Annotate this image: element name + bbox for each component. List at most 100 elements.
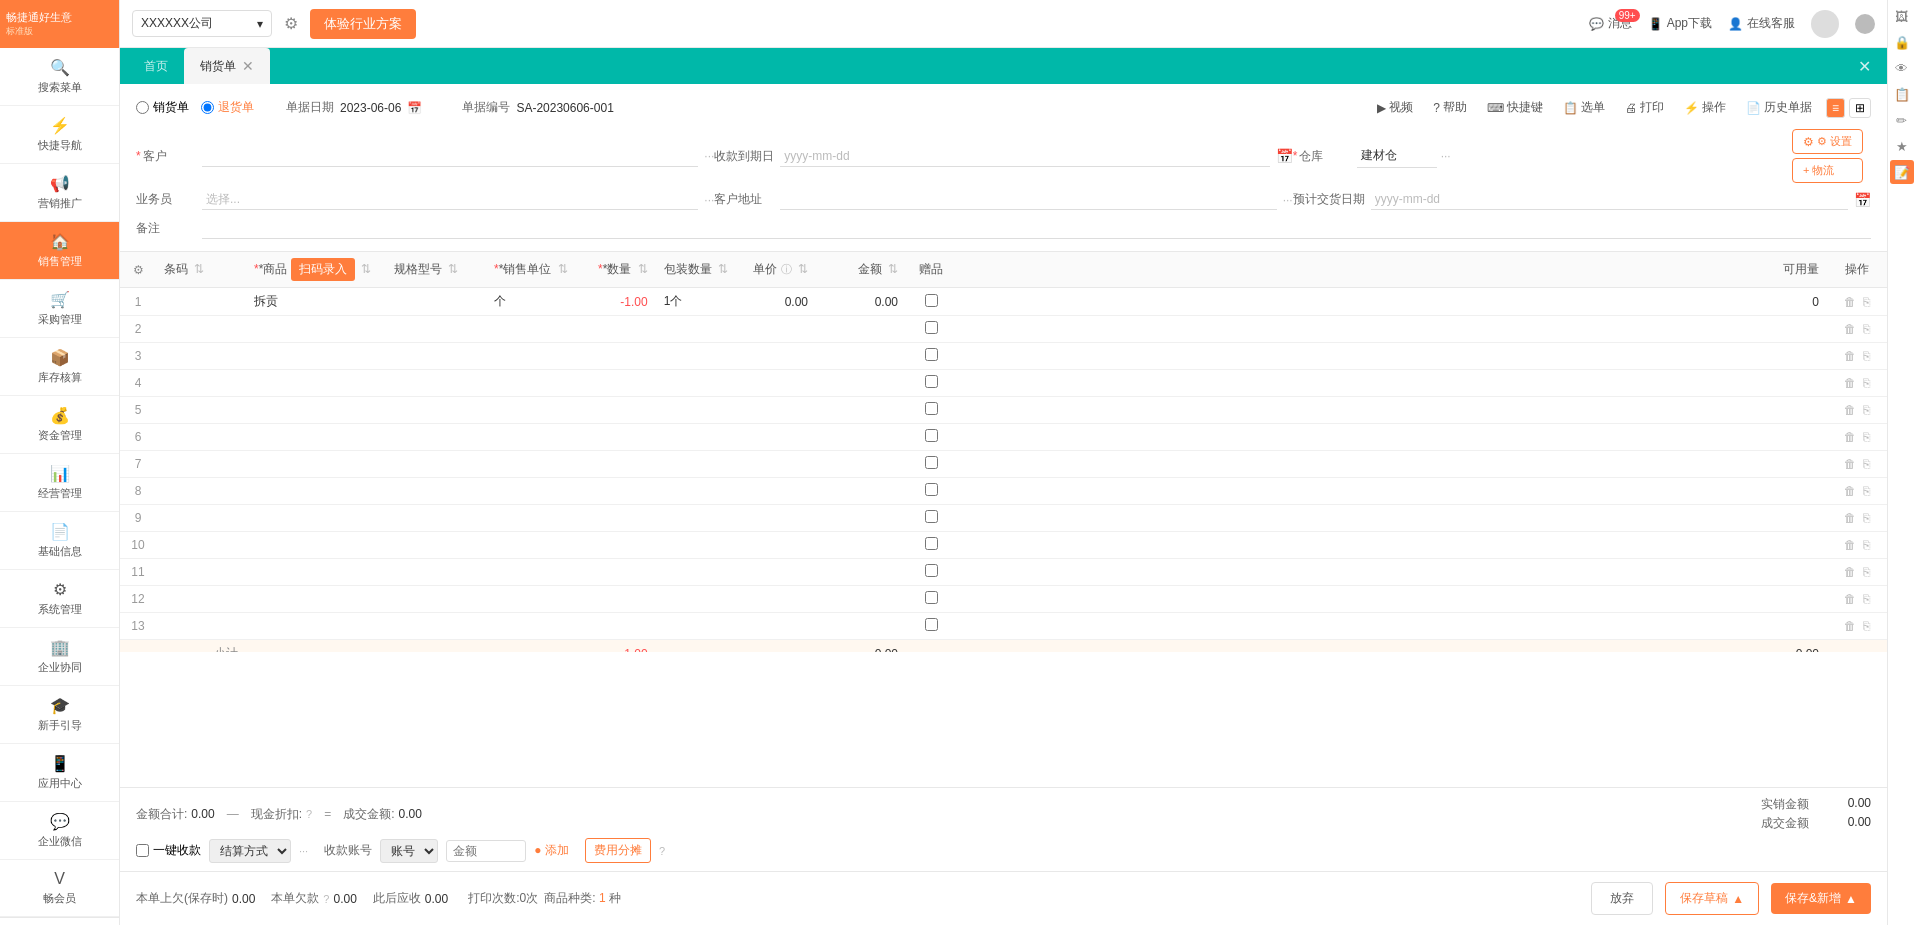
video-btn[interactable]: ▶ 视频 [1371,96,1419,119]
tab-sale-order[interactable]: 销货单 ✕ [184,48,270,84]
topbar-settings-icon[interactable]: ⚙ [280,10,302,37]
right-tool-eye[interactable]: 👁 [1890,56,1914,80]
sort-icon-product[interactable]: ⇅ [361,262,371,276]
delete-icon-11[interactable]: 🗑 [1844,592,1856,606]
logistics-btn[interactable]: + 物流 [1792,158,1863,183]
calendar-icon-3[interactable]: 📅 [1854,192,1871,208]
settings-btn[interactable]: ⚙ ⚙ 设置 [1792,129,1863,154]
gift-checkbox-11[interactable] [925,591,938,604]
row-barcode-3[interactable] [156,370,246,397]
sort-icon-barcode[interactable]: ⇅ [194,262,204,276]
delete-icon-10[interactable]: 🗑 [1844,565,1856,579]
gift-checkbox-8[interactable] [925,510,938,523]
scan-btn[interactable]: 扫码录入 [291,258,355,281]
sort-icon-pkgqty[interactable]: ⇅ [718,262,728,276]
sort-icon-price[interactable]: ⇅ [798,262,808,276]
delete-icon-2[interactable]: 🗑 [1844,349,1856,363]
expected-date-input[interactable] [1371,189,1848,210]
tab-home[interactable]: 首页 [128,48,184,84]
radio-sale[interactable]: 销货单 [136,99,189,116]
delete-icon-6[interactable]: 🗑 [1844,457,1856,471]
copy-icon-6[interactable]: ⎘ [1863,457,1870,471]
row-barcode-4[interactable] [156,397,246,424]
tab-close-icon[interactable]: ✕ [242,58,254,74]
abandon-btn[interactable]: 放弃 [1591,882,1653,915]
save-draft-btn[interactable]: 保存草稿 ▲ [1665,882,1759,915]
copy-icon-7[interactable]: ⎘ [1863,484,1870,498]
copy-icon-11[interactable]: ⎘ [1863,592,1870,606]
grid-view-btn[interactable]: ⊞ [1849,98,1871,118]
copy-icon-5[interactable]: ⎘ [1863,430,1870,444]
copy-icon-4[interactable]: ⎘ [1863,403,1870,417]
account-select[interactable]: 账号 [380,839,438,863]
gift-checkbox-9[interactable] [925,537,938,550]
user-avatar-2[interactable] [1855,14,1875,34]
gift-checkbox-10[interactable] [925,564,938,577]
salesperson-input[interactable] [202,189,698,210]
sidebar-item-quick-nav[interactable]: ⚡ 快捷导航 [0,106,119,164]
one-click-pay-checkbox[interactable]: 一键收款 [136,842,201,859]
sidebar-item-wechat[interactable]: 💬 企业微信 [0,802,119,860]
copy-icon-2[interactable]: ⎘ [1863,349,1870,363]
gift-checkbox-4[interactable] [925,402,938,415]
table-settings-icon[interactable]: ⚙ [133,263,144,277]
message-btn[interactable]: 💬 消息 99+ [1589,15,1632,32]
copy-icon-12[interactable]: ⎘ [1863,619,1870,633]
addr-dots[interactable]: ··· [1283,193,1293,207]
history-btn[interactable]: 📄 历史单据 [1740,96,1818,119]
due-date-input[interactable] [780,146,1269,167]
right-tool-action[interactable]: 📝 [1890,160,1914,184]
notes-input[interactable] [202,218,1871,239]
row-barcode-12[interactable] [156,613,246,640]
sidebar-item-finance[interactable]: 💰 资金管理 [0,396,119,454]
sidebar-item-member[interactable]: V 畅会员 [0,860,119,917]
sort-icon-unit[interactable]: ⇅ [558,262,568,276]
row-barcode-8[interactable] [156,505,246,532]
save-new-btn[interactable]: 保存&新增 ▲ [1771,883,1871,914]
select-order-btn[interactable]: 📋 选单 [1557,96,1611,119]
fee-help-icon[interactable]: ? [659,845,665,857]
row-barcode-6[interactable] [156,451,246,478]
add-payment-btn[interactable]: ● 添加 [534,842,569,859]
gift-checkbox-5[interactable] [925,429,938,442]
sidebar-item-enterprise[interactable]: 🏢 企业协同 [0,628,119,686]
right-tool-img1[interactable]: 🖼 [1890,4,1914,28]
delete-icon-1[interactable]: 🗑 [1844,322,1856,336]
customer-dots[interactable]: ··· [704,149,714,163]
delete-icon-12[interactable]: 🗑 [1844,619,1856,633]
row-barcode-1[interactable] [156,316,246,343]
radio-return-input[interactable] [201,101,214,114]
company-selector[interactable]: XXXXXX公司 ▾ [132,10,272,37]
row-barcode-7[interactable] [156,478,246,505]
copy-icon-10[interactable]: ⎘ [1863,565,1870,579]
sidebar-item-purchase[interactable]: 🛒 采购管理 [0,280,119,338]
delete-icon-4[interactable]: 🗑 [1844,403,1856,417]
sidebar-item-inventory[interactable]: 📦 库存核算 [0,338,119,396]
delete-icon-5[interactable]: 🗑 [1844,430,1856,444]
one-click-pay-input[interactable] [136,844,149,857]
amount-input[interactable] [446,840,526,862]
customer-input[interactable] [202,146,698,167]
sidebar-item-search[interactable]: 🔍 搜索菜单 [0,48,119,106]
operate-btn[interactable]: ⚡ 操作 [1678,96,1732,119]
right-tool-lock[interactable]: 🔒 [1890,30,1914,54]
print-btn[interactable]: 🖨 打印 [1619,96,1670,119]
sidebar-settings-btn[interactable]: ⚙ [0,918,119,925]
gift-checkbox-1[interactable] [925,321,938,334]
sidebar-item-operations[interactable]: 📊 经营管理 [0,454,119,512]
shortcut-btn[interactable]: ⌨ 快捷键 [1481,96,1549,119]
app-download-btn[interactable]: 📱 App下载 [1648,15,1712,32]
row-barcode-2[interactable] [156,343,246,370]
sidebar-item-system[interactable]: ⚙ 系统管理 [0,570,119,628]
right-tool-copy[interactable]: 📋 [1890,82,1914,106]
sidebar-item-marketing[interactable]: 📢 营销推广 [0,164,119,222]
trial-button[interactable]: 体验行业方案 [310,9,416,39]
delete-icon-9[interactable]: 🗑 [1844,538,1856,552]
row-barcode-10[interactable] [156,559,246,586]
copy-icon-0[interactable]: ⎘ [1863,295,1870,309]
copy-icon-3[interactable]: ⎘ [1863,376,1870,390]
sort-icon-qty[interactable]: ⇅ [638,262,648,276]
right-tool-edit[interactable]: ✏ [1890,108,1914,132]
row-barcode-5[interactable] [156,424,246,451]
sidebar-item-app-center[interactable]: 📱 应用中心 [0,744,119,802]
